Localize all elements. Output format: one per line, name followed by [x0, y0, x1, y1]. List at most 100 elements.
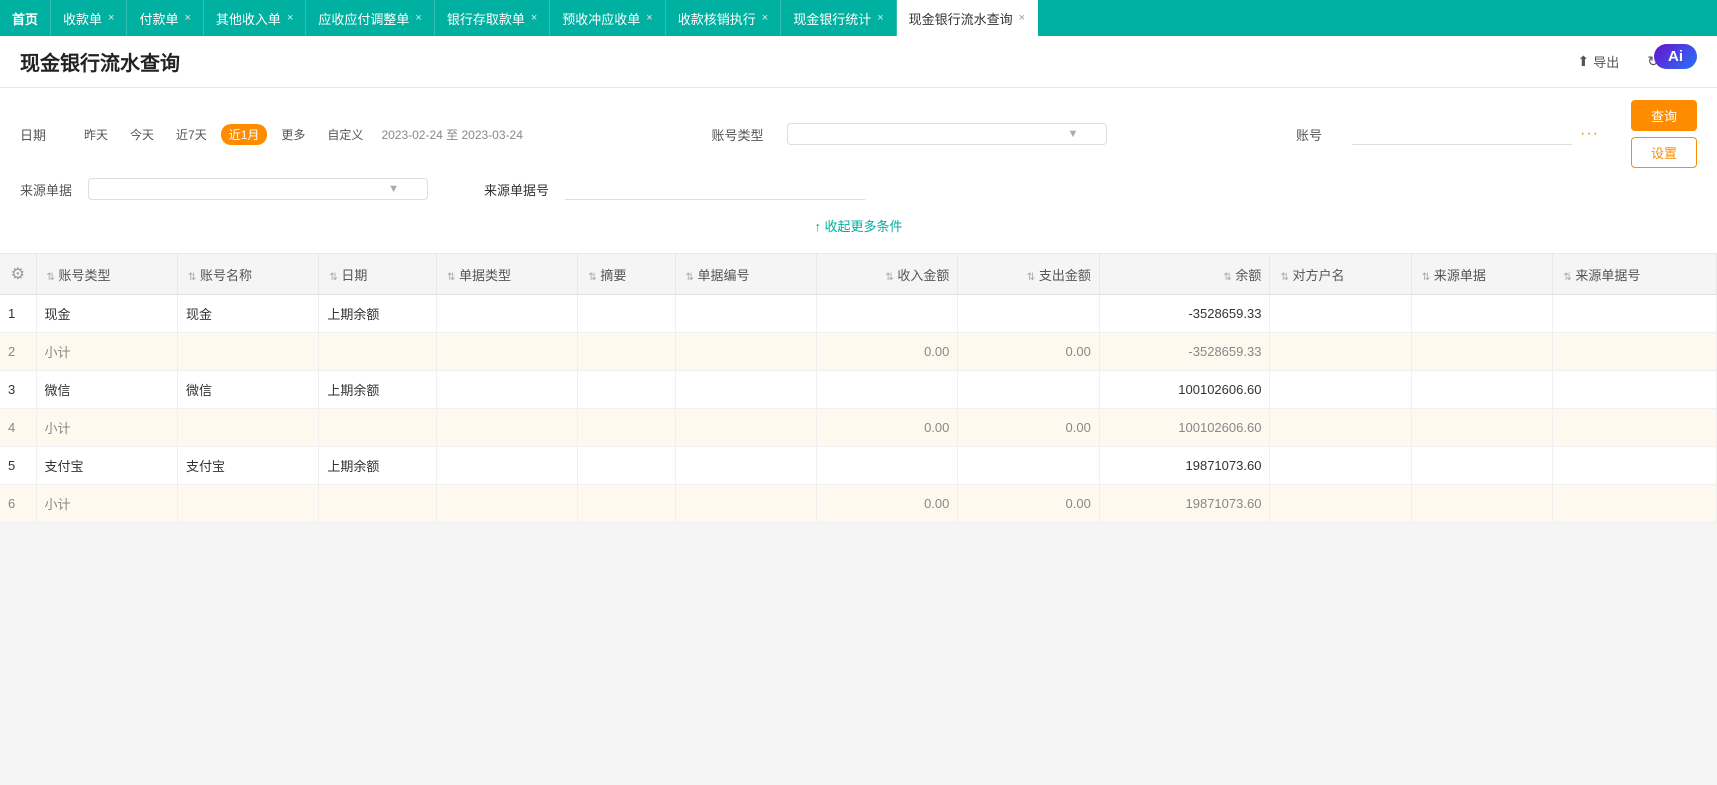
close-icon[interactable]: ×: [1019, 12, 1025, 24]
date-options: 昨天 今天 近7天 近1月 更多 自定义 2023-02-24 至 2023-0…: [76, 124, 523, 145]
sort-icon: ⇅: [1422, 272, 1430, 283]
export-icon: ⬆: [1578, 53, 1590, 70]
row-number: 4: [0, 409, 36, 447]
cell-income: 0.00: [816, 485, 957, 523]
close-icon[interactable]: ×: [531, 12, 537, 24]
col-account-type[interactable]: ⇅ 账号类型: [36, 254, 177, 295]
ai-badge[interactable]: Ai: [1654, 44, 1697, 69]
close-icon[interactable]: ×: [287, 12, 293, 24]
date-opt-today[interactable]: 今天: [122, 124, 162, 145]
cell-source-doc-no: [1553, 447, 1717, 485]
tab-ar-ap-adjust[interactable]: 应收应付调整单 ×: [306, 0, 434, 36]
close-icon[interactable]: ×: [762, 12, 768, 24]
collapse-bar[interactable]: ↑ 收起更多条件: [20, 210, 1697, 241]
tab-payments[interactable]: 付款单 ×: [127, 0, 203, 36]
cell-summary: [578, 485, 675, 523]
cell-source-doc-no: [1553, 295, 1717, 333]
account-type-label: 账号类型: [711, 125, 771, 144]
filter-row-2: 来源单据 ▼ 来源单据号: [20, 178, 1697, 200]
cell-source-doc: [1411, 409, 1552, 447]
table-row: 2小计0.000.00-3528659.33: [0, 333, 1717, 371]
cell-balance: -3528659.33: [1099, 295, 1270, 333]
col-account-name[interactable]: ⇅ 账号名称: [177, 254, 318, 295]
cell-counterparty: [1270, 333, 1411, 371]
close-icon[interactable]: ×: [877, 12, 883, 24]
cell-expense: [958, 295, 1099, 333]
cell-expense: 0.00: [958, 409, 1099, 447]
cell-income: 0.00: [816, 333, 957, 371]
tab-cash-bank-flow[interactable]: 现金银行流水查询 ×: [897, 0, 1038, 36]
account-input[interactable]: [1352, 123, 1572, 145]
tab-receipts[interactable]: 收款单 ×: [51, 0, 127, 36]
tab-prepay-offset[interactable]: 预收冲应收单 ×: [550, 0, 665, 36]
cell-income: [816, 447, 957, 485]
cell-account-name: [177, 409, 318, 447]
date-opt-7days[interactable]: 近7天: [168, 124, 215, 145]
source-doc-no-input[interactable]: [565, 178, 865, 200]
cell-account-name: 现金: [177, 295, 318, 333]
cell-date: 上期余额: [319, 295, 437, 333]
col-date[interactable]: ⇅ 日期: [319, 254, 437, 295]
tab-cash-bank-stat[interactable]: 现金银行统计 ×: [781, 0, 896, 36]
account-browse-button[interactable]: ···: [1580, 125, 1599, 143]
cell-doc-no: [675, 371, 816, 409]
close-icon[interactable]: ×: [415, 12, 421, 24]
sort-icon: ⇅: [329, 272, 337, 283]
tab-home[interactable]: 首页: [0, 0, 51, 36]
cell-source-doc: [1411, 295, 1552, 333]
cell-date: [319, 485, 437, 523]
filter-area: 日期 昨天 今天 近7天 近1月 更多 自定义 2023-02-24 至 202…: [0, 88, 1717, 254]
tab-bank-deposit[interactable]: 银行存取款单 ×: [435, 0, 550, 36]
cell-date: 上期余额: [319, 447, 437, 485]
col-source-doc-no[interactable]: ⇅ 来源单据号: [1553, 254, 1717, 295]
column-settings[interactable]: ⚙: [0, 254, 36, 295]
date-range-display: 2023-02-24 至 2023-03-24: [381, 126, 522, 143]
close-icon[interactable]: ×: [646, 12, 652, 24]
col-summary[interactable]: ⇅ 摘要: [578, 254, 675, 295]
cell-balance: 19871073.60: [1099, 447, 1270, 485]
close-icon[interactable]: ×: [184, 12, 190, 24]
col-balance[interactable]: ⇅ 余额: [1099, 254, 1270, 295]
col-source-doc[interactable]: ⇅ 来源单据: [1411, 254, 1552, 295]
col-doc-type[interactable]: ⇅ 单据类型: [436, 254, 577, 295]
cell-summary: [578, 333, 675, 371]
col-income[interactable]: ⇅ 收入金额: [816, 254, 957, 295]
cell-doc-no: [675, 409, 816, 447]
settings-button[interactable]: 设置: [1631, 137, 1697, 168]
chevron-down-icon: ▼: [1068, 128, 1079, 140]
header-bar: 现金银行流水查询 ⬆ 导出 ↻ 刷新 Ai: [0, 36, 1717, 88]
table-container: ⚙ ⇅ 账号类型 ⇅ 账号名称 ⇅ 日期 ⇅ 单据类型: [0, 254, 1717, 523]
cell-balance: 100102606.60: [1099, 371, 1270, 409]
cell-doc-no: [675, 295, 816, 333]
col-doc-no[interactable]: ⇅ 单据编号: [675, 254, 816, 295]
cell-source-doc: [1411, 447, 1552, 485]
account-type-select[interactable]: ▼: [787, 123, 1107, 145]
export-button[interactable]: ⬆ 导出: [1570, 48, 1628, 75]
date-opt-1month[interactable]: 近1月: [221, 124, 268, 145]
date-opt-custom[interactable]: 自定义: [319, 124, 371, 145]
table-row: 4小计0.000.00100102606.60: [0, 409, 1717, 447]
sort-icon: ⇅: [447, 272, 455, 283]
query-button[interactable]: 查询: [1631, 100, 1697, 131]
cell-counterparty: [1270, 295, 1411, 333]
cell-account-type: 小计: [36, 409, 177, 447]
cell-balance: -3528659.33: [1099, 333, 1270, 371]
close-icon[interactable]: ×: [108, 12, 114, 24]
tab-other-income[interactable]: 其他收入单 ×: [204, 0, 306, 36]
cell-income: [816, 295, 957, 333]
row-number: 3: [0, 371, 36, 409]
table-row: 6小计0.000.0019871073.60: [0, 485, 1717, 523]
source-doc-select[interactable]: ▼: [88, 178, 428, 200]
tab-receipt-exec[interactable]: 收款核销执行 ×: [666, 0, 781, 36]
table-row: 3微信微信上期余额100102606.60: [0, 371, 1717, 409]
gear-icon[interactable]: ⚙: [11, 266, 25, 283]
page-title: 现金银行流水查询: [20, 47, 180, 76]
date-opt-more[interactable]: 更多: [273, 124, 313, 145]
cell-expense: [958, 371, 1099, 409]
col-expense[interactable]: ⇅ 支出金额: [958, 254, 1099, 295]
date-opt-yesterday[interactable]: 昨天: [76, 124, 116, 145]
cell-counterparty: [1270, 485, 1411, 523]
top-navigation: 首页 收款单 × 付款单 × 其他收入单 × 应收应付调整单 × 银行存取款单 …: [0, 0, 1717, 36]
col-counterparty[interactable]: ⇅ 对方户名: [1270, 254, 1411, 295]
cell-counterparty: [1270, 409, 1411, 447]
